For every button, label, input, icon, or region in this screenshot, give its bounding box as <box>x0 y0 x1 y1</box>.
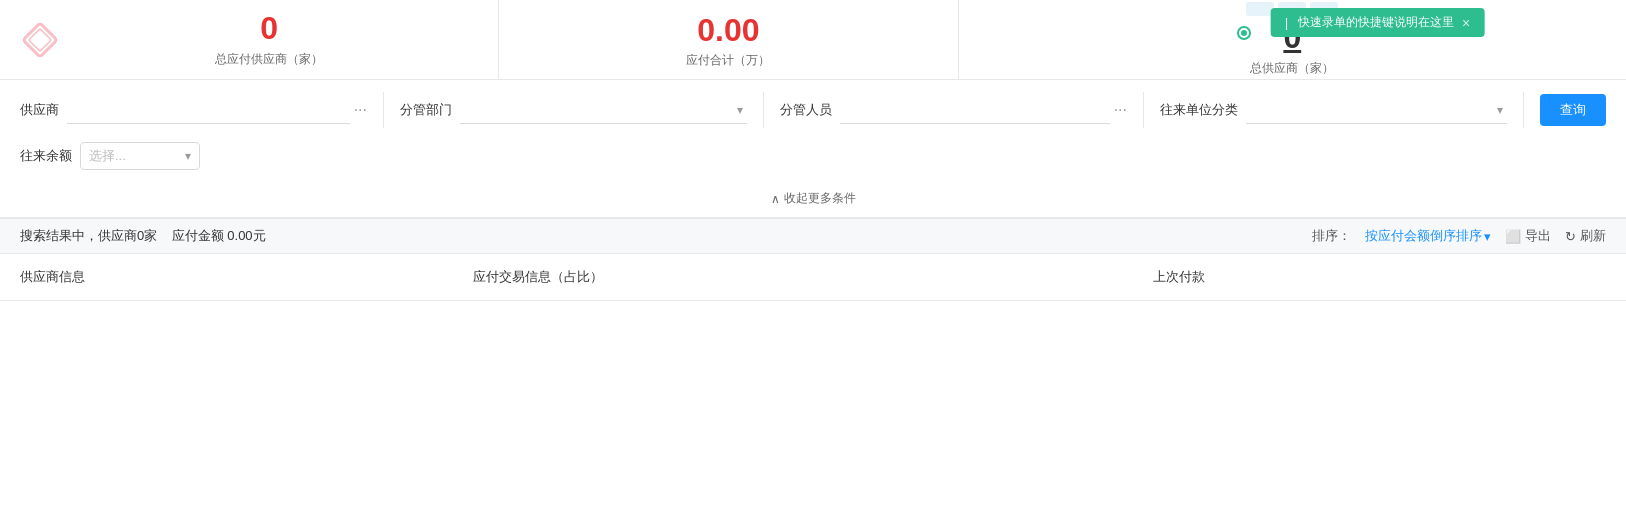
unit-class-arrow: ▾ <box>1497 103 1503 117</box>
supplier-label: 供应商 <box>20 101 59 119</box>
stat-total-suppliers: 快速录单的快捷键说明在这里 × 0 总供应商（家） <box>959 0 1626 79</box>
diamond-icon <box>20 20 60 60</box>
unit-class-label: 往来单位分类 <box>1160 101 1238 119</box>
result-actions: 排序： 按应付会额倒序排序 ▾ ⬜ 导出 ↻ 刷新 <box>1312 227 1606 245</box>
tooltip-close-btn[interactable]: × <box>1462 15 1470 31</box>
export-btn[interactable]: ⬜ 导出 <box>1505 227 1551 245</box>
stats-bar: 0 总应付供应商（家） 0.00 应付合计（万） 快速录单的快捷键说明在这里 ×… <box>0 0 1626 80</box>
supplier-input[interactable] <box>67 96 350 124</box>
filter-balance: 往来余额 选择... ▾ <box>20 138 216 174</box>
filter-manager: 分管人员 ··· <box>764 92 1144 128</box>
result-info: 搜索结果中，供应商0家 应付金额 0.00元 <box>20 227 266 245</box>
result-suppliers-text: 搜索结果中，供应商0家 <box>20 228 157 243</box>
collapse-label: 收起更多条件 <box>784 190 856 207</box>
table-col2-header: 应付交易信息（占比） <box>473 268 1153 286</box>
result-amount-text: 应付金额 0.00元 <box>172 228 266 243</box>
export-icon: ⬜ <box>1505 229 1521 244</box>
filter-unit-class: 往来单位分类 ▾ <box>1144 92 1524 128</box>
piggy-icon <box>703 10 753 11</box>
stat-payable-suppliers-number: 0 <box>260 11 278 46</box>
manager-text-input[interactable] <box>844 102 1106 117</box>
svg-rect-0 <box>23 23 57 57</box>
filter-supplier: 供应商 ··· <box>20 92 384 128</box>
stat-total-suppliers-label: 总供应商（家） <box>1250 60 1334 77</box>
sort-value-btn[interactable]: 按应付会额倒序排序 ▾ <box>1365 227 1491 245</box>
filter-department: 分管部门 ▾ <box>384 92 764 128</box>
collapse-icon: ∧ <box>771 192 780 206</box>
department-arrow: ▾ <box>737 103 743 117</box>
stat-payable-total: 0.00 应付合计（万） <box>499 0 958 79</box>
stat-total-payable-suppliers: 0 总应付供应商（家） <box>0 0 499 79</box>
sort-value-text: 按应付会额倒序排序 <box>1365 227 1482 245</box>
tooltip-bubble: 快速录单的快捷键说明在这里 × <box>1271 8 1484 37</box>
manager-input[interactable] <box>840 96 1110 124</box>
filter-row-2: 往来余额 选择... ▾ <box>20 138 1606 184</box>
refresh-btn[interactable]: ↻ 刷新 <box>1565 227 1606 245</box>
balance-select[interactable]: 选择... ▾ <box>80 142 200 170</box>
manager-label: 分管人员 <box>780 101 832 119</box>
table-body <box>0 301 1626 515</box>
export-label: 导出 <box>1525 227 1551 245</box>
manager-dots[interactable]: ··· <box>1114 101 1127 119</box>
balance-placeholder: 选择... <box>89 147 126 165</box>
filter-row-1: 供应商 ··· 分管部门 ▾ 分管人员 ··· 往来单位分类 <box>20 92 1606 128</box>
sort-arrow-icon: ▾ <box>1484 229 1491 244</box>
stat-payable-total-number: 0.00 <box>697 13 759 48</box>
collapse-button[interactable]: ∧ 收起更多条件 <box>771 190 856 207</box>
stat-payable-total-label: 应付合计（万） <box>686 52 770 69</box>
filter-area: 供应商 ··· 分管部门 ▾ 分管人员 ··· 往来单位分类 <box>0 80 1626 218</box>
department-select[interactable]: ▾ <box>460 96 747 124</box>
query-button[interactable]: 查询 <box>1540 94 1606 126</box>
supplier-text-input[interactable] <box>71 102 346 117</box>
balance-arrow: ▾ <box>185 149 191 163</box>
result-bar: 搜索结果中，供应商0家 应付金额 0.00元 排序： 按应付会额倒序排序 ▾ ⬜… <box>0 218 1626 254</box>
unit-class-select[interactable]: ▾ <box>1246 96 1507 124</box>
tooltip-text: 快速录单的快捷键说明在这里 <box>1298 14 1454 31</box>
tooltip-dot <box>1239 28 1249 38</box>
stat-payable-suppliers-label: 总应付供应商（家） <box>215 51 323 68</box>
collapse-row: ∧ 收起更多条件 <box>20 184 1606 217</box>
balance-label: 往来余额 <box>20 147 72 165</box>
refresh-icon: ↻ <box>1565 229 1576 244</box>
sort-label: 排序： <box>1312 227 1351 245</box>
table-header: 供应商信息 应付交易信息（占比） 上次付款 <box>0 254 1626 301</box>
table-col1-header: 供应商信息 <box>20 268 473 286</box>
department-label: 分管部门 <box>400 101 452 119</box>
table-col3-header: 上次付款 <box>1153 268 1606 286</box>
refresh-label: 刷新 <box>1580 227 1606 245</box>
supplier-dots[interactable]: ··· <box>354 101 367 119</box>
